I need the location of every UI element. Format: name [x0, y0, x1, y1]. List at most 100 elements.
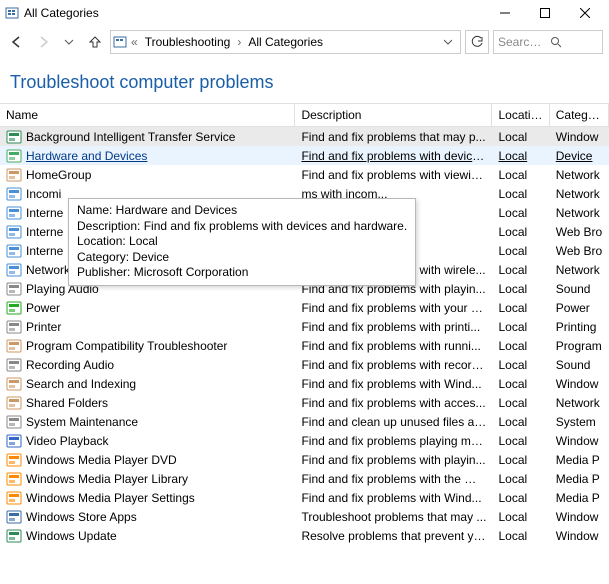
tooltip-category: Category: Device	[77, 250, 407, 266]
close-button[interactable]	[565, 0, 605, 26]
back-button[interactable]	[6, 31, 28, 53]
item-category: Power	[550, 301, 609, 315]
item-location: Local	[492, 396, 549, 410]
printer-icon	[6, 319, 22, 335]
search-placeholder: Search Tro...	[498, 35, 546, 49]
item-category: Network	[550, 396, 609, 410]
item-name-text: Background Intelligent Transfer Service	[26, 130, 235, 144]
wmp-icon	[6, 490, 22, 506]
item-category: Window	[550, 130, 609, 144]
table-row[interactable]: System MaintenanceFind and clean up unus…	[0, 412, 609, 431]
table-row[interactable]: HomeGroupFind and fix problems with view…	[0, 165, 609, 184]
table-row[interactable]: Recording AudioFind and fix problems wit…	[0, 355, 609, 374]
table-row[interactable]: Windows Media Player LibraryFind and fix…	[0, 469, 609, 488]
item-category: Media P	[550, 453, 609, 467]
table-row[interactable]: Windows Media Player DVD Find and fix pro…	[0, 450, 609, 469]
column-name[interactable]: Name	[0, 104, 295, 126]
item-name-text: Windows Media Player DVD	[26, 453, 177, 467]
item-name-text: System Maintenance	[26, 415, 138, 429]
item-location: Local	[492, 472, 549, 486]
up-button[interactable]	[84, 31, 106, 53]
address-dropdown[interactable]	[438, 38, 458, 46]
item-category: Program	[550, 339, 609, 353]
item-name-text: Windows Store Apps	[26, 510, 137, 524]
item-category: Network	[550, 168, 609, 182]
table-row[interactable]: Shared FoldersFind and fix problems with…	[0, 393, 609, 412]
breadcrumb-item-troubleshooting[interactable]: Troubleshooting	[142, 35, 234, 49]
breadcrumb-root-sep[interactable]: «	[129, 35, 140, 49]
item-location: Local	[492, 358, 549, 372]
item-location: Local	[492, 339, 549, 353]
item-link[interactable]: Hardware and Devices	[26, 149, 147, 163]
item-name-text: Incomi	[26, 187, 61, 201]
update-icon	[6, 528, 22, 544]
chevron-right-icon[interactable]: ›	[235, 35, 243, 49]
item-name-text: Printer	[26, 320, 61, 334]
column-location[interactable]: Location	[492, 104, 549, 126]
table-row[interactable]: Printer Find and fix problems with printi…	[0, 317, 609, 336]
table-row[interactable]: Windows Media Player SettingsFind and fi…	[0, 488, 609, 507]
item-description: Resolve problems that prevent yo...	[295, 529, 492, 543]
item-category: Network	[550, 206, 609, 220]
table-row[interactable]: Video PlaybackFind and fix problems play…	[0, 431, 609, 450]
tooltip-publisher: Publisher: Microsoft Corporation	[77, 265, 407, 281]
address-bar[interactable]: « Troubleshooting › All Categories	[110, 30, 461, 54]
item-location: Local	[492, 434, 549, 448]
item-name-text: Interne	[26, 225, 63, 239]
search-input[interactable]: Search Tro...	[493, 30, 603, 54]
item-category: System	[550, 415, 609, 429]
search-icon	[6, 376, 22, 392]
table-row[interactable]: Power Find and fix problems with your c..…	[0, 298, 609, 317]
refresh-button[interactable]	[465, 30, 489, 54]
item-description: Find and fix problems with your c...	[295, 301, 492, 315]
item-category: Network	[550, 187, 609, 201]
tooltip: Name: Hardware and Devices Description: …	[68, 198, 416, 286]
column-description[interactable]: Description	[295, 104, 492, 126]
table-row[interactable]: Search and Indexing Find and fix problems…	[0, 374, 609, 393]
item-location: Local	[492, 510, 549, 524]
item-location: Local	[492, 282, 549, 296]
table-row[interactable]: Windows Store AppsTroubleshoot problems …	[0, 507, 609, 526]
search-icon	[550, 36, 598, 48]
recent-dropdown[interactable]	[58, 31, 80, 53]
item-name-text: Search and Indexing	[26, 377, 136, 391]
item-location: Local	[492, 206, 549, 220]
table-row[interactable]: Background Intelligent Transfer ServiceF…	[0, 127, 609, 146]
system-icon	[6, 414, 22, 430]
item-description: Find and fix problems with printi...	[295, 320, 492, 334]
item-name-text: Program Compatibility Troubleshooter	[26, 339, 227, 353]
item-name-text: Windows Media Player Settings	[26, 491, 195, 505]
item-name-text: Interne	[26, 244, 63, 258]
item-location: Local	[492, 301, 549, 315]
item-category: Media P	[550, 472, 609, 486]
maximize-button[interactable]	[525, 0, 565, 26]
internet-icon	[6, 243, 22, 259]
item-name-text: HomeGroup	[26, 168, 91, 182]
toolbar: « Troubleshooting › All Categories Searc…	[0, 26, 609, 58]
item-name-text: Video Playback	[26, 434, 109, 448]
audio-icon	[6, 281, 22, 297]
window-title: All Categories	[24, 6, 485, 20]
column-category[interactable]: Category	[550, 104, 609, 126]
page-title: Troubleshoot computer problems	[0, 58, 609, 103]
table-row[interactable]: Hardware and DevicesFind and fix problem…	[0, 146, 609, 165]
titlebar: All Categories	[0, 0, 609, 26]
item-description: Find and fix problems with the Wi...	[295, 472, 492, 486]
tooltip-location: Location: Local	[77, 234, 407, 250]
minimize-button[interactable]	[485, 0, 525, 26]
item-location: Local	[492, 377, 549, 391]
item-name-text: Power	[26, 301, 60, 315]
item-description: Find and fix problems with Wind...	[295, 377, 492, 391]
table-row[interactable]: Windows UpdateResolve problems that prev…	[0, 526, 609, 545]
item-description: Find and fix problems with playin...	[295, 453, 492, 467]
item-location: Local	[492, 263, 549, 277]
table-row[interactable]: Program Compatibility Troubleshooter Find…	[0, 336, 609, 355]
wmp-icon	[6, 452, 22, 468]
item-location: Local	[492, 491, 549, 505]
forward-button[interactable]	[32, 31, 54, 53]
item-location: Local	[492, 149, 549, 163]
breadcrumb-item-categories[interactable]: All Categories	[245, 35, 326, 49]
item-description: Find and fix problems with runni...	[295, 339, 492, 353]
troubleshooter-table: Name Description Location Category Backg…	[0, 103, 609, 545]
item-name-text: Recording Audio	[26, 358, 114, 372]
